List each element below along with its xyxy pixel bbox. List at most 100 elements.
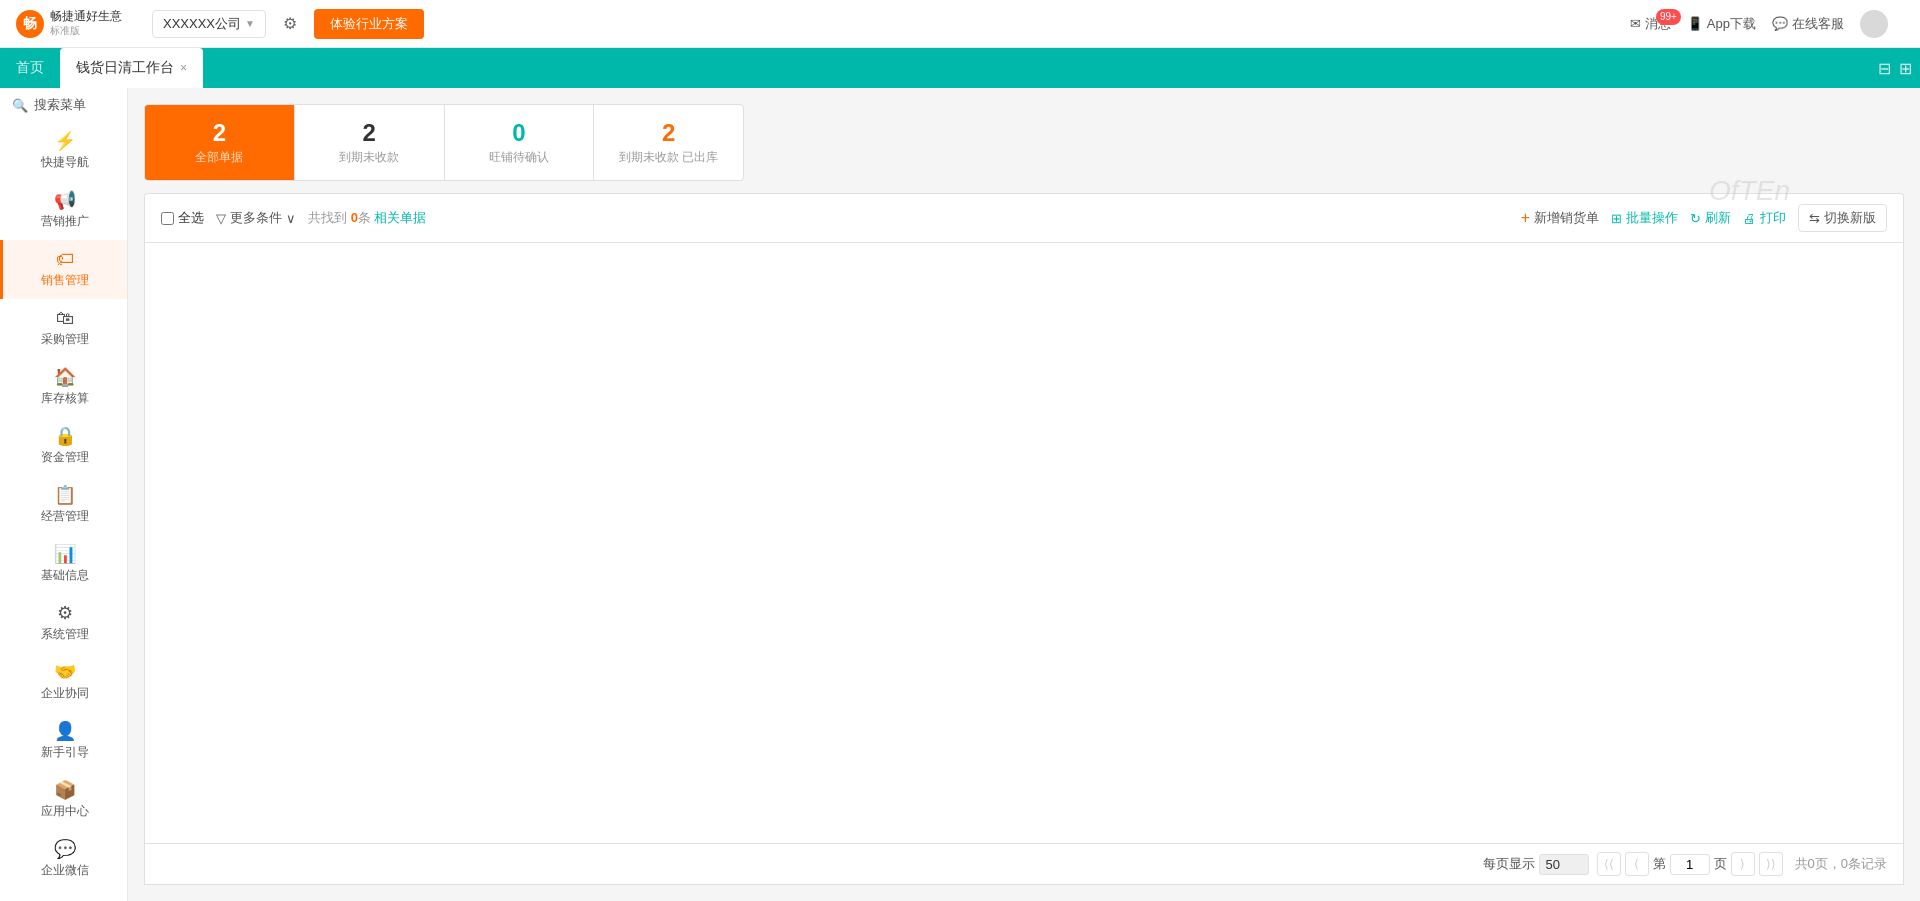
app-download-label: App下载 [1707,15,1756,33]
pending-label: 旺铺待确认 [465,149,574,166]
user-avatar[interactable] [1860,10,1888,38]
refresh-label: 刷新 [1705,209,1731,227]
overdue-shipped-count: 2 [614,119,723,147]
found-text: 共找到 0条 相关单据 [308,209,426,227]
switch-new-version-button[interactable]: ⇆ 切换新版 [1798,204,1887,232]
purchase-icon: 🛍 [56,309,74,327]
page-size-label: 每页显示 [1483,855,1535,873]
main-layout: 🔍 搜索菜单 ⚡ 快捷导航 📢 营销推广 🏷 销售管理 🛍 采购管理 🏠 库存核… [0,88,1920,901]
current-page-input[interactable] [1670,854,1710,875]
online-service-button[interactable]: 💬 在线客服 [1772,15,1844,33]
summary-card-all[interactable]: 2 全部单据 [145,105,295,180]
sidebar-item-operation[interactable]: 📋 经营管理 [0,476,127,535]
sidebar-item-wechat[interactable]: 💬 企业微信 [0,830,127,889]
summary-card-overdue-shipped[interactable]: 2 到期未收款 已出库 [594,105,743,180]
logo-area: 畅 畅捷通好生意 标准版 [16,9,144,39]
sidebar-item-newbie[interactable]: 👤 新手引导 [0,712,127,771]
enterprise-icon: 🤝 [54,663,76,681]
last-page-button[interactable]: ⟩⟩ [1759,852,1783,876]
app-download-button[interactable]: 📱 App下载 [1687,15,1756,33]
select-all-input[interactable] [161,212,174,225]
capital-icon: 🔒 [54,427,76,445]
batch-operations-button[interactable]: ⊞ 批量操作 [1611,209,1678,227]
summary-card-overdue[interactable]: 2 到期未收款 [295,105,445,180]
company-dropdown-arrow: ▼ [245,18,255,29]
sidebar-item-inventory[interactable]: 🏠 库存核算 [0,358,127,417]
content-area: 2 全部单据 2 到期未收款 0 旺铺待确认 2 到期未收款 已出库 [128,88,1920,901]
sidebar-item-system[interactable]: ⚙ 系统管理 [0,594,127,653]
tab-close-icon[interactable]: × [180,61,187,75]
toolbar-left: 全选 ▽ 更多条件 ∨ 共找到 0条 相关单据 [161,209,1509,227]
sidebar-label-wechat: 企业微信 [41,862,89,879]
pending-count: 0 [465,119,574,147]
basic-info-icon: 📊 [54,545,76,563]
tab-expand-icon[interactable]: ⊞ [1899,59,1912,78]
found-count: 0 [351,210,358,225]
refresh-button[interactable]: ↻ 刷新 [1690,209,1731,227]
sidebar-item-basic-info[interactable]: 📊 基础信息 [0,535,127,594]
summary-card-pending[interactable]: 0 旺铺待确认 [445,105,595,180]
tab-minimize-icon[interactable]: ⊟ [1878,59,1891,78]
related-records-link[interactable]: 相关单据 [374,210,426,225]
sidebar-item-sales[interactable]: 🏷 销售管理 [0,240,127,299]
sidebar-label-app-center: 应用中心 [41,803,89,820]
print-icon: 🖨 [1743,211,1756,226]
app-logo-icon: 畅 [16,10,44,38]
messages-badge: 99+ [1656,9,1681,25]
tab-money-daily[interactable]: 钱货日清工作台 × [60,48,203,88]
sidebar-item-member[interactable]: ✦ 畅会员 [0,889,127,901]
new-sales-order-button[interactable]: + 新增销货单 [1521,209,1599,227]
sidebar-item-app-center[interactable]: 📦 应用中心 [0,771,127,830]
app-download-icon: 📱 [1687,16,1703,31]
online-service-icon: 💬 [1772,16,1788,31]
inventory-icon: 🏠 [54,368,76,386]
table-empty-state [145,243,1903,543]
sidebar: 🔍 搜索菜单 ⚡ 快捷导航 📢 营销推广 🏷 销售管理 🛍 采购管理 🏠 库存核… [0,88,128,901]
marketing-icon: 📢 [54,191,76,209]
search-menu-label: 搜索菜单 [34,96,86,114]
more-filters-button[interactable]: ▽ 更多条件 ∨ [216,209,296,227]
sidebar-label-operation: 经营管理 [41,508,89,525]
filter-label: 更多条件 [230,209,282,227]
batch-label: 批量操作 [1626,209,1678,227]
sidebar-label-newbie: 新手引导 [41,744,89,761]
newbie-icon: 👤 [54,722,76,740]
top-header: 畅 畅捷通好生意 标准版 XXXXXX公司 ▼ ⚙ 体验行业方案 ✉ 消息 99… [0,0,1920,48]
pagination-bar: 每页显示 20 50 100 ⟨⟨ ⟨ 第 页 ⟩ ⟩⟩ 共0页，0条记录 [144,844,1904,885]
next-page-button[interactable]: ⟩ [1731,852,1755,876]
tab-money-daily-label: 钱货日清工作台 [76,59,174,77]
tab-home-label: 首页 [16,59,44,77]
all-label: 全部单据 [165,149,274,166]
refresh-icon: ↻ [1690,211,1701,226]
sidebar-item-capital[interactable]: 🔒 资金管理 [0,417,127,476]
sidebar-item-quick-nav[interactable]: ⚡ 快捷导航 [0,122,127,181]
sidebar-label-capital: 资金管理 [41,449,89,466]
filter-arrow: ∨ [286,211,296,226]
trial-button[interactable]: 体验行业方案 [314,9,424,39]
sidebar-item-enterprise[interactable]: 🤝 企业协同 [0,653,127,712]
search-icon: 🔍 [12,98,28,113]
company-selector[interactable]: XXXXXX公司 ▼ [152,10,266,38]
prev-page-button[interactable]: ⟨ [1625,852,1649,876]
tab-home[interactable]: 首页 [0,48,60,88]
sales-icon: 🏷 [56,250,74,268]
table-section: 全选 ▽ 更多条件 ∨ 共找到 0条 相关单据 + 新增销货单 [144,193,1904,885]
system-icon: ⚙ [57,604,73,622]
toolbar-right: + 新增销货单 ⊞ 批量操作 ↻ 刷新 🖨 打印 [1521,204,1887,232]
sidebar-label-basic-info: 基础信息 [41,567,89,584]
messages-button[interactable]: ✉ 消息 99+ [1630,15,1671,33]
search-menu-button[interactable]: 🔍 搜索菜单 [0,88,127,122]
page-size-dropdown[interactable]: 20 50 100 [1539,854,1589,875]
sidebar-item-marketing[interactable]: 📢 营销推广 [0,181,127,240]
sidebar-item-purchase[interactable]: 🛍 采购管理 [0,299,127,358]
overdue-label: 到期未收款 [315,149,424,166]
print-button[interactable]: 🖨 打印 [1743,209,1786,227]
print-label: 打印 [1760,209,1786,227]
batch-icon: ⊞ [1611,211,1622,226]
tab-bar-actions: ⊟ ⊞ [1878,59,1920,78]
first-page-button[interactable]: ⟨⟨ [1597,852,1621,876]
plus-icon: + [1521,209,1530,227]
sidebar-label-purchase: 采购管理 [41,331,89,348]
select-all-checkbox[interactable]: 全选 [161,209,204,227]
settings-button[interactable]: ⚙ [274,8,306,40]
